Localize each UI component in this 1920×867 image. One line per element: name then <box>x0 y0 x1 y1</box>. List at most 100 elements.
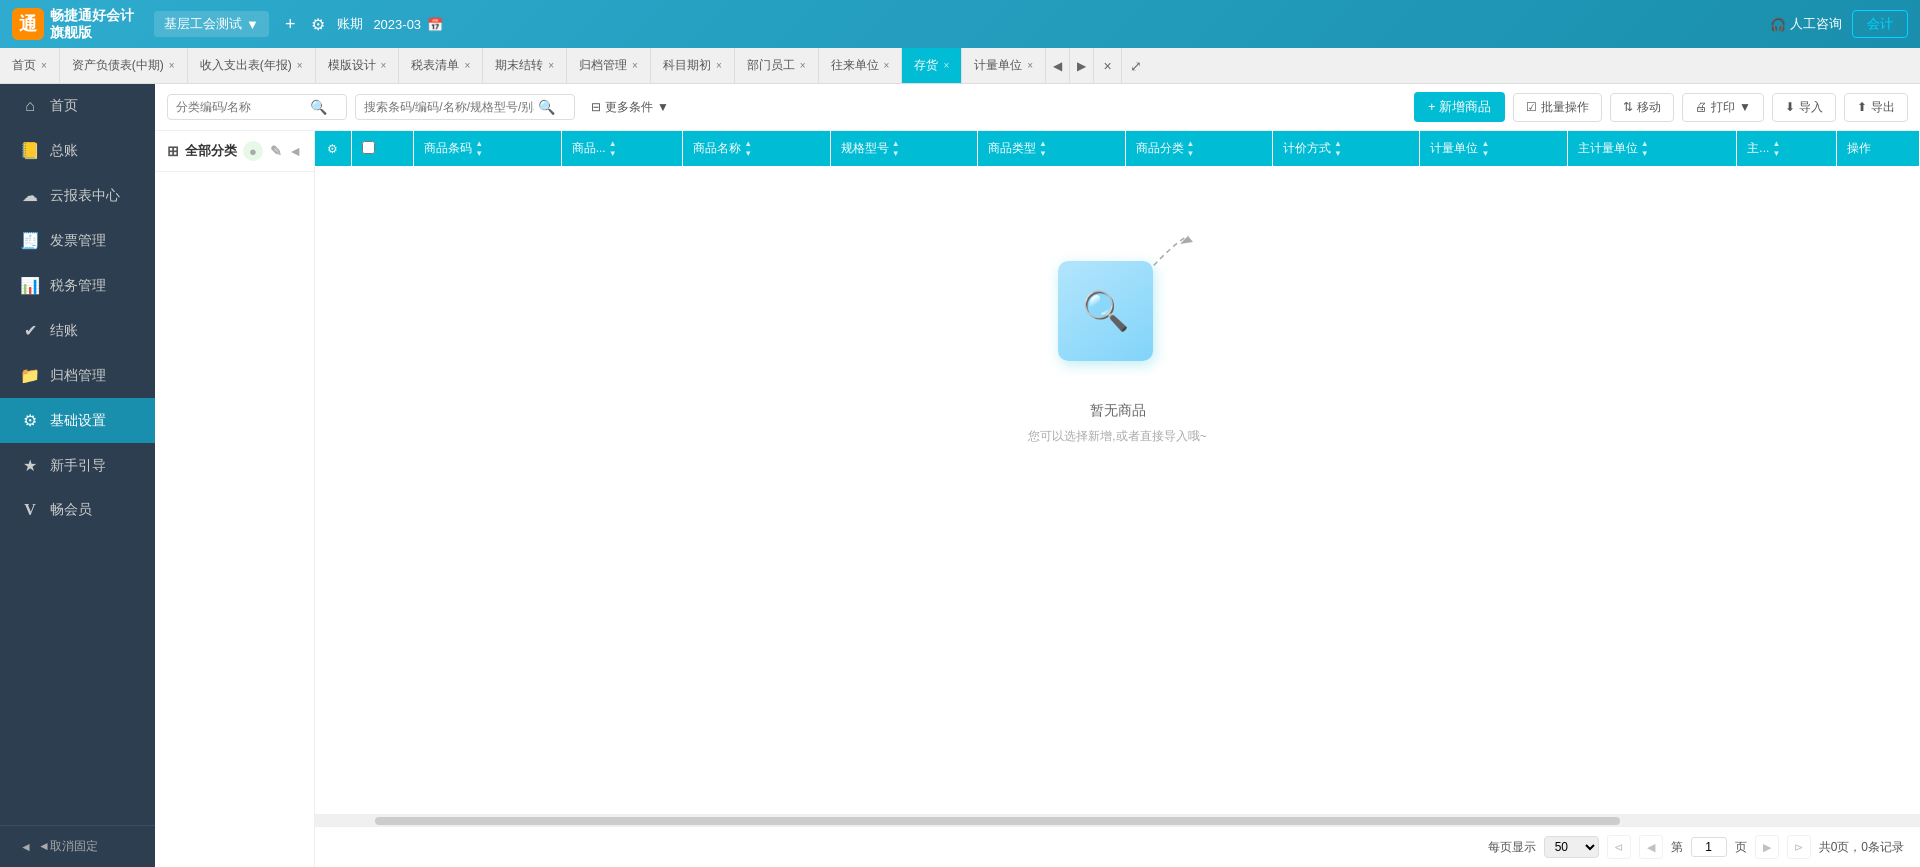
product-search-input[interactable] <box>364 100 534 114</box>
prev-page-button[interactable]: ◀ <box>1639 835 1663 859</box>
add-tab-button[interactable]: + <box>281 14 300 35</box>
sidebar-item-invoice[interactable]: 🧾 发票管理 <box>0 218 155 263</box>
sidebar-item-ledger[interactable]: 📒 总账 <box>0 128 155 173</box>
tab-department[interactable]: 部门员工 × <box>735 48 819 83</box>
tab-close-all-button[interactable]: × <box>1094 48 1122 83</box>
tab-close-icon[interactable]: × <box>632 60 638 71</box>
tab-close-icon[interactable]: × <box>1027 60 1033 71</box>
tab-close-icon[interactable]: × <box>41 60 47 71</box>
sidebar-item-tax[interactable]: 📊 税务管理 <box>0 263 155 308</box>
calendar-icon[interactable]: 📅 <box>427 17 443 32</box>
batch-operation-button[interactable]: ☑ 批量操作 <box>1513 93 1602 122</box>
tab-close-icon[interactable]: × <box>381 60 387 71</box>
data-table-wrap: ⚙ 商品条码▲▼ 商品...▲▼ 商品名称▲▼ <box>315 131 1920 867</box>
tab-subject[interactable]: 科目期初 × <box>651 48 735 83</box>
main-layout: ⌂ 首页 📒 总账 ☁ 云报表中心 🧾 发票管理 📊 税务管理 ✔ 结账 📁 归… <box>0 84 1920 867</box>
logo-main: 畅捷通好会计 <box>50 7 134 24</box>
th-spec[interactable]: 规格型号▲▼ <box>830 131 977 166</box>
th-extra[interactable]: 主...▲▼ <box>1737 131 1837 166</box>
move-button[interactable]: ⇅ 移动 <box>1610 93 1674 122</box>
th-main-unit[interactable]: 主计量单位▲▼ <box>1567 131 1737 166</box>
search-icon2[interactable]: 🔍 <box>538 99 555 115</box>
collapse-panel-button[interactable]: ◄ <box>288 143 302 159</box>
table-scroll[interactable]: ⚙ 商品条码▲▼ 商品...▲▼ 商品名称▲▼ <box>315 131 1920 814</box>
total-records: 共0页，0条记录 <box>1819 839 1904 856</box>
period-value: 2023-03 <box>373 17 421 32</box>
account-button[interactable]: 会计 <box>1852 10 1908 38</box>
tab-label: 计量单位 <box>974 57 1022 74</box>
settings-icon: ⚙ <box>20 411 40 430</box>
cloud-icon: ☁ <box>20 186 40 205</box>
tab-close-icon[interactable]: × <box>800 60 806 71</box>
tab-close-icon[interactable]: × <box>716 60 722 71</box>
th-name[interactable]: 商品名称▲▼ <box>683 131 830 166</box>
export-button[interactable]: ⬆ 导出 <box>1844 93 1908 122</box>
logo-sub: 旗舰版 <box>50 24 134 41</box>
sidebar-unpin-button[interactable]: ◄ ◄取消固定 <box>0 825 155 867</box>
tab-close-icon[interactable]: × <box>464 60 470 71</box>
tab-archive[interactable]: 归档管理 × <box>567 48 651 83</box>
page-number-input[interactable] <box>1691 837 1727 857</box>
category-search-input[interactable] <box>176 100 306 114</box>
sidebar-item-close-account[interactable]: ✔ 结账 <box>0 308 155 353</box>
th-price-method[interactable]: 计价方式▲▼ <box>1272 131 1419 166</box>
filter-icon: ⊟ <box>591 100 601 114</box>
tab-label: 税表清单 <box>411 57 459 74</box>
tab-close-icon[interactable]: × <box>297 60 303 71</box>
tab-close-icon[interactable]: × <box>169 60 175 71</box>
per-page-select[interactable]: 50 100 200 <box>1544 836 1599 858</box>
search-icon[interactable]: 🔍 <box>310 99 327 115</box>
first-page-button[interactable]: ⊲ <box>1607 835 1631 859</box>
company-name: 基层工会测试 <box>164 15 242 33</box>
tab-contacts[interactable]: 往来单位 × <box>819 48 903 83</box>
th-checkbox[interactable] <box>351 131 414 166</box>
th-unit[interactable]: 计量单位▲▼ <box>1420 131 1567 166</box>
last-page-button[interactable]: ⊳ <box>1787 835 1811 859</box>
invoice-icon: 🧾 <box>20 231 40 250</box>
tab-balance-sheet[interactable]: 资产负债表(中期) × <box>60 48 188 83</box>
tab-close-icon[interactable]: × <box>548 60 554 71</box>
horizontal-scrollbar[interactable] <box>315 814 1920 826</box>
th-code[interactable]: 商品...▲▼ <box>561 131 683 166</box>
tab-unit[interactable]: 计量单位 × <box>962 48 1046 83</box>
sidebar-item-member[interactable]: V 畅会员 <box>0 488 155 532</box>
batch-icon: ☑ <box>1526 100 1537 114</box>
sidebar-item-settings[interactable]: ⚙ 基础设置 <box>0 398 155 443</box>
sidebar-item-cloud-report[interactable]: ☁ 云报表中心 <box>0 173 155 218</box>
th-settings[interactable]: ⚙ <box>315 131 351 166</box>
tab-next-button[interactable]: ▶ <box>1070 48 1094 83</box>
chevron-down-icon: ▼ <box>657 100 669 114</box>
logo-icon: 通 <box>12 8 44 40</box>
tab-label: 期末结转 <box>495 57 543 74</box>
th-barcode[interactable]: 商品条码▲▼ <box>414 131 561 166</box>
tab-income[interactable]: 收入支出表(年报) × <box>188 48 316 83</box>
tab-close-icon[interactable]: × <box>884 60 890 71</box>
ledger-icon: 📒 <box>20 141 40 160</box>
filter-button[interactable]: ⊟ 更多条件 ▼ <box>583 95 677 120</box>
th-type[interactable]: 商品类型▲▼ <box>978 131 1125 166</box>
tab-tax[interactable]: 税表清单 × <box>399 48 483 83</box>
print-button[interactable]: 🖨 打印 ▼ <box>1682 93 1764 122</box>
settings-icon[interactable]: ⚙ <box>311 15 325 34</box>
add-product-button[interactable]: + 新增商品 <box>1414 92 1505 122</box>
service-button[interactable]: 🎧 人工咨询 <box>1770 15 1842 33</box>
tab-prev-button[interactable]: ◀ <box>1046 48 1070 83</box>
tab-homepage[interactable]: 首页 × <box>0 48 60 83</box>
tab-expand-button[interactable]: ⤢ <box>1122 48 1150 83</box>
next-page-button[interactable]: ▶ <box>1755 835 1779 859</box>
select-all-checkbox[interactable] <box>362 141 375 154</box>
category-edit-icon[interactable]: ✎ <box>270 143 282 159</box>
th-category[interactable]: 商品分类▲▼ <box>1125 131 1272 166</box>
unpin-icon: ◄ <box>20 840 32 854</box>
company-selector[interactable]: 基层工会测试 ▼ <box>154 11 269 37</box>
tab-template[interactable]: 模版设计 × <box>316 48 400 83</box>
scrollbar-thumb[interactable] <box>375 817 1620 825</box>
tab-close-icon[interactable]: × <box>943 60 949 71</box>
sidebar-item-home[interactable]: ⌂ 首页 <box>0 84 155 128</box>
sidebar-label: 云报表中心 <box>50 187 120 205</box>
tab-inventory[interactable]: 存货 × <box>902 48 962 83</box>
sidebar-item-archive[interactable]: 📁 归档管理 <box>0 353 155 398</box>
sidebar-item-guide[interactable]: ★ 新手引导 <box>0 443 155 488</box>
import-button[interactable]: ⬇ 导入 <box>1772 93 1836 122</box>
tab-period-carry[interactable]: 期末结转 × <box>483 48 567 83</box>
